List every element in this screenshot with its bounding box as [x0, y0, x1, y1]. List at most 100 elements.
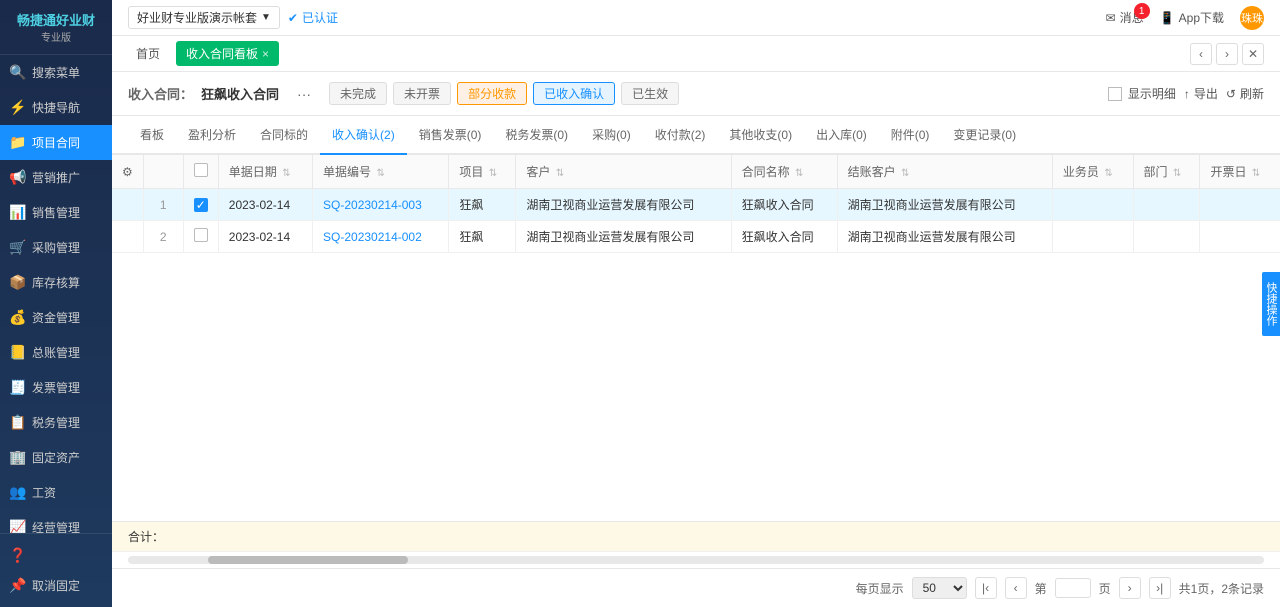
tab-contract-std[interactable]: 合同标的: [248, 116, 320, 155]
user-profile[interactable]: 珠珠: [1240, 6, 1264, 30]
cell-billing-customer: 湖南卫视商业运营发展有限公司: [837, 221, 1052, 253]
per-page-select[interactable]: 50 100 200: [912, 577, 967, 599]
sidebar-item-label: 销售管理: [32, 204, 80, 221]
sort-icon: ⇅: [795, 168, 803, 179]
col-contract-name-header[interactable]: 合同名称 ⇅: [731, 155, 837, 189]
show-detail-toggle[interactable]: 显示明细: [1108, 85, 1176, 102]
cell-salesperson: [1052, 221, 1133, 253]
sidebar-bottom-unpin[interactable]: 📌 取消固定: [0, 570, 112, 601]
tab-attachments[interactable]: 附件(0): [879, 116, 942, 155]
tab-sales-invoice[interactable]: 销售发票(0): [407, 116, 494, 155]
col-customer-header[interactable]: 客户 ⇅: [516, 155, 731, 189]
page-input[interactable]: 1: [1055, 578, 1091, 598]
total-label: 合计：: [128, 528, 164, 545]
sidebar-item-fixed-assets[interactable]: 🏢 固定资产: [0, 440, 112, 475]
col-check-header[interactable]: [183, 155, 218, 189]
status-effective[interactable]: 已生效: [621, 82, 679, 105]
col-num-header: [143, 155, 183, 189]
sidebar-item-inventory[interactable]: 📦 库存核算: [0, 265, 112, 300]
tab-change-log[interactable]: 变更记录(0): [941, 116, 1028, 155]
sort-icon: ⇅: [489, 168, 497, 179]
company-selector[interactable]: 好业财专业版演示帐套 ▼: [128, 6, 280, 29]
unpin-icon: 📌: [10, 578, 26, 594]
inventory-icon: 📦: [10, 275, 26, 291]
message-icon: ✉: [1106, 11, 1116, 25]
cell-contract-name: 狂飙收入合同: [731, 189, 837, 221]
select-all-checkbox[interactable]: [194, 163, 208, 177]
total-account-icon: 📒: [10, 345, 26, 361]
purchase-icon: 🛒: [10, 240, 26, 256]
col-open-date-header[interactable]: 开票日 ⇅: [1200, 155, 1280, 189]
tab-purchase[interactable]: 采购(0): [580, 116, 643, 155]
app-download-button[interactable]: 📱 App下载: [1160, 9, 1224, 26]
sidebar-item-fund[interactable]: 💰 资金管理: [0, 300, 112, 335]
scrollbar-thumb[interactable]: [208, 556, 408, 564]
sidebar-item-tax[interactable]: 📋 税务管理: [0, 405, 112, 440]
table-row[interactable]: 2 2023-02-14 SQ-20230214-002: [112, 221, 1280, 253]
cell-check[interactable]: [183, 221, 218, 253]
tab-home[interactable]: 首页: [128, 45, 168, 62]
tab-warehouse[interactable]: 出入库(0): [804, 116, 879, 155]
document-link[interactable]: SQ-20230214-003: [323, 198, 422, 212]
message-button[interactable]: ✉ 1 消息: [1106, 9, 1144, 26]
tab-board[interactable]: 看板: [128, 116, 176, 155]
page-next-button[interactable]: ›: [1119, 577, 1141, 599]
cell-gear: [112, 221, 143, 253]
horizontal-scrollbar[interactable]: [112, 551, 1280, 568]
sidebar-item-total-account[interactable]: 📒 总账管理: [0, 335, 112, 370]
contract-more-button[interactable]: ···: [291, 86, 317, 102]
page-last-button[interactable]: ›|: [1149, 577, 1171, 599]
tab-profit[interactable]: 盈利分析: [176, 116, 248, 155]
tab-close-icon[interactable]: ×: [262, 47, 269, 61]
sidebar-item-sales[interactable]: 📊 销售管理: [0, 195, 112, 230]
cell-check[interactable]: ✓: [183, 189, 218, 221]
sidebar-item-purchase[interactable]: 🛒 采购管理: [0, 230, 112, 265]
table-row[interactable]: 1 ✓ 2023-02-14 SQ-20230214-003: [112, 189, 1280, 221]
page-prev-button[interactable]: ‹: [1005, 577, 1027, 599]
sidebar-item-marketing[interactable]: 📢 营销推广: [0, 160, 112, 195]
sidebar-item-search[interactable]: 🔍 搜索菜单: [0, 55, 112, 90]
right-sticky-button[interactable]: 快捷操作: [1262, 272, 1280, 336]
status-incomplete[interactable]: 未完成: [329, 82, 387, 105]
certified-checkmark-icon: ✔: [288, 11, 298, 25]
tab-nav-prev[interactable]: ‹: [1190, 43, 1212, 65]
tab-payment[interactable]: 收付款(2): [643, 116, 718, 155]
sidebar: 畅捷通好业财 专业版 🔍 搜索菜单 ⚡ 快捷导航 📁 项目合同 📢 营销推广 📊…: [0, 0, 112, 607]
sidebar-bottom-help[interactable]: ❓: [0, 540, 112, 570]
tab-income-confirm[interactable]: 收入确认(2): [320, 116, 407, 155]
col-date-header[interactable]: 单据日期 ⇅: [218, 155, 312, 189]
col-no-header[interactable]: 单据编号 ⇅: [313, 155, 449, 189]
cell-customer: 湖南卫视商业运营发展有限公司: [516, 189, 731, 221]
settings-icon[interactable]: ⚙: [122, 165, 133, 179]
sidebar-item-hr[interactable]: 👥 工资: [0, 475, 112, 510]
cell-gear: [112, 189, 143, 221]
sidebar-item-quick-nav[interactable]: ⚡ 快捷导航: [0, 90, 112, 125]
sidebar-item-biz[interactable]: 📈 经营管理: [0, 510, 112, 533]
tab-navigation: ‹ › ✕: [1190, 43, 1264, 65]
tab-nav-close[interactable]: ✕: [1242, 43, 1264, 65]
status-no-invoice[interactable]: 未开票: [393, 82, 451, 105]
col-salesperson-header[interactable]: 业务员 ⇅: [1052, 155, 1133, 189]
export-button[interactable]: ↑ 导出: [1184, 85, 1218, 102]
page-first-button[interactable]: |‹: [975, 577, 997, 599]
sidebar-item-invoice[interactable]: 🧾 发票管理: [0, 370, 112, 405]
status-partial-receipt[interactable]: 部分收款: [457, 82, 527, 105]
cell-department: [1133, 221, 1200, 253]
tab-tax-invoice[interactable]: 税务发票(0): [493, 116, 580, 155]
fund-icon: 💰: [10, 310, 26, 326]
row-checkbox[interactable]: [194, 228, 208, 242]
tab-nav-next[interactable]: ›: [1216, 43, 1238, 65]
sidebar-item-project-contract[interactable]: 📁 项目合同: [0, 125, 112, 160]
cell-department: [1133, 189, 1200, 221]
chevron-down-icon: ▼: [261, 12, 271, 23]
col-billing-customer-header[interactable]: 结账客户 ⇅: [837, 155, 1052, 189]
refresh-button[interactable]: ↺ 刷新: [1226, 85, 1264, 102]
row-checkbox[interactable]: ✓: [194, 198, 208, 212]
tab-contract-board[interactable]: 收入合同看板 ×: [176, 41, 279, 66]
tab-other-income[interactable]: 其他收支(0): [717, 116, 804, 155]
status-confirmed[interactable]: 已收入确认: [533, 82, 615, 105]
col-department-header[interactable]: 部门 ⇅: [1133, 155, 1200, 189]
sort-icon: ⇅: [1104, 168, 1112, 179]
col-project-header[interactable]: 项目 ⇅: [449, 155, 516, 189]
document-link[interactable]: SQ-20230214-002: [323, 230, 422, 244]
